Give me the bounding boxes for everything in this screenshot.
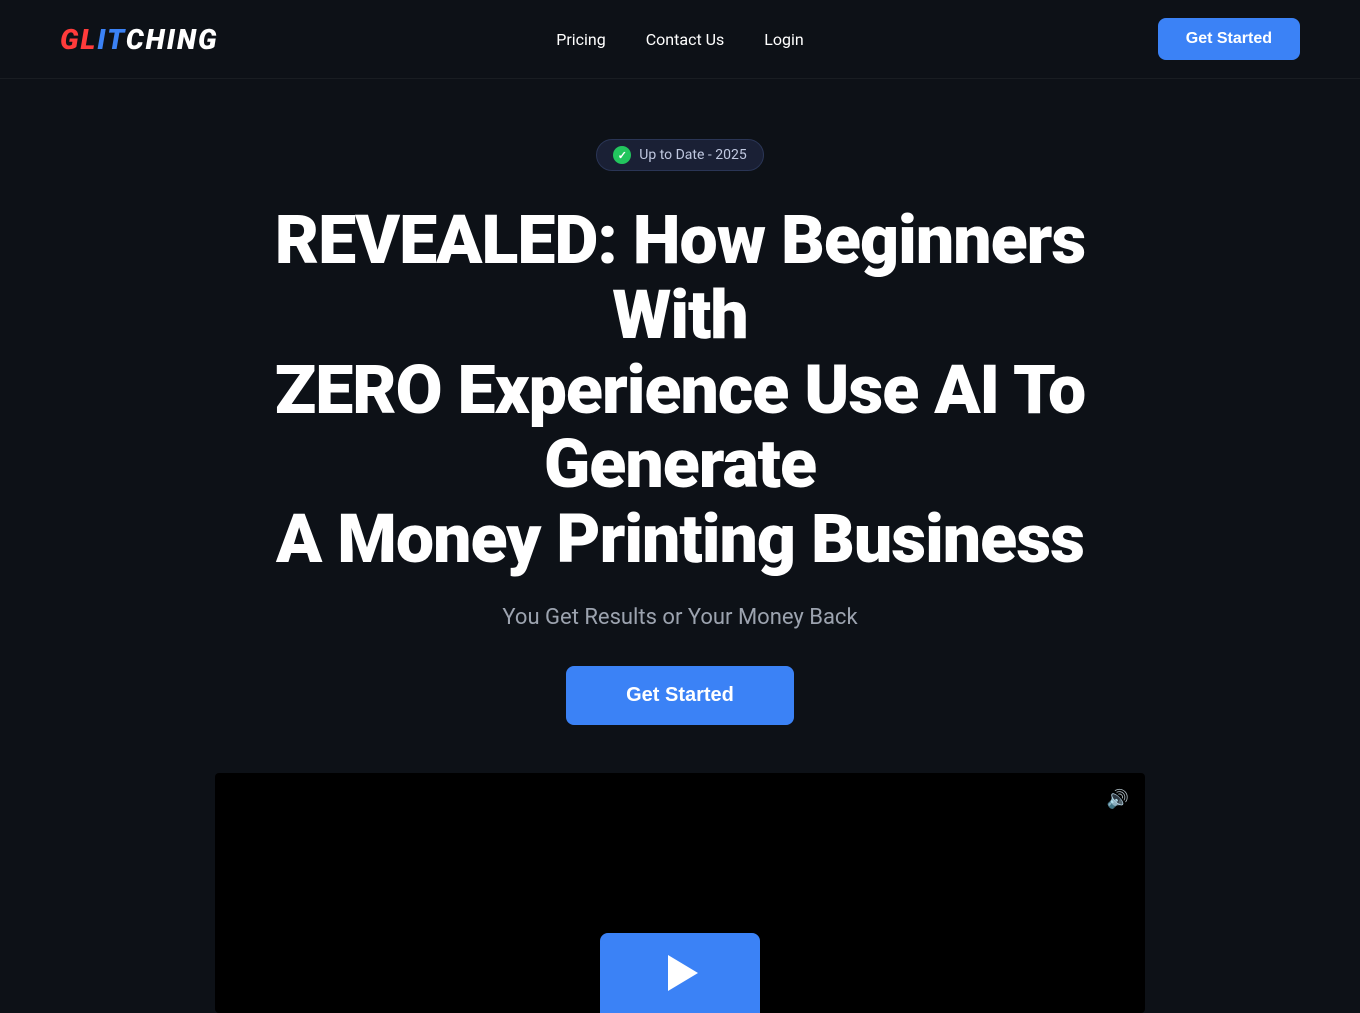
logo[interactable]: GLITCHING — [60, 23, 219, 56]
volume-control[interactable]: 🔊 — [1107, 789, 1129, 810]
hero-title-line2: ZERO Experience Use AI To Generate — [275, 350, 1086, 505]
nav-link-contact[interactable]: Contact Us — [646, 30, 725, 49]
hero-subtitle: You Get Results or Your Money Back — [502, 605, 857, 630]
play-triangle-icon — [668, 955, 698, 991]
navbar-logo-area: GLITCHING — [60, 23, 219, 56]
nav-links: Pricing Contact Us Login — [556, 30, 803, 49]
badge-text: Up to Date - 2025 — [639, 147, 746, 163]
hero-title-line1: REVEALED: How Beginners With — [275, 200, 1086, 355]
play-button[interactable] — [600, 933, 760, 1013]
navbar-cta: Get Started — [1158, 18, 1300, 60]
hero-title: REVEALED: How Beginners With ZERO Experi… — [230, 203, 1130, 577]
get-started-hero-button[interactable]: Get Started — [566, 666, 794, 725]
badge-check-icon — [613, 146, 631, 164]
hero-title-line3: A Money Printing Business — [276, 499, 1084, 579]
hero-section: Up to Date - 2025 REVEALED: How Beginner… — [0, 79, 1360, 1013]
volume-icon: 🔊 — [1107, 789, 1129, 810]
navbar: GLITCHING Pricing Contact Us Login Get S… — [0, 0, 1360, 79]
nav-link-pricing[interactable]: Pricing — [556, 30, 606, 49]
nav-link-login[interactable]: Login — [764, 30, 803, 49]
get-started-nav-button[interactable]: Get Started — [1158, 18, 1300, 60]
badge: Up to Date - 2025 — [596, 139, 763, 171]
video-player[interactable]: 🔊 — [215, 773, 1145, 1013]
